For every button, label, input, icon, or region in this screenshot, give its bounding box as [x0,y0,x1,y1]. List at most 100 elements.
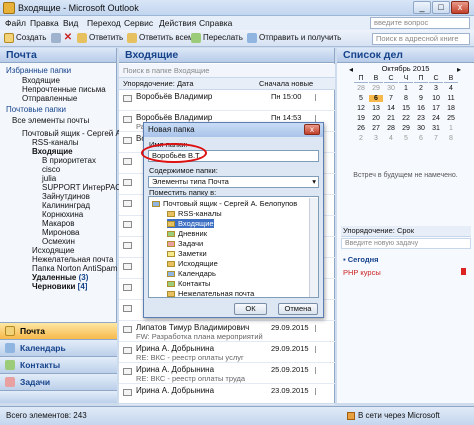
flag-icon[interactable] [315,115,321,122]
dlg-tree-contacts[interactable]: Контакты [167,279,210,288]
task-sort-header[interactable]: Упорядочение: Срок [341,226,471,237]
message-row[interactable]: Ирина А. Добрынина RE: ВКС - реестр оплат… [119,343,335,363]
dialog-close-button[interactable]: x [304,124,320,135]
date-navigator[interactable]: П В С Ч П С В 28 29 30 1 2 3 4 5 6 7 8 9 10 11 12 13 14 15 16 17 18… [354,75,458,145]
new-task-input[interactable]: Введите новую задачу [341,238,471,249]
menu-actions[interactable]: Действия [159,18,196,28]
calendar-day[interactable]: 3 [369,135,383,142]
inbox-search-input[interactable]: Поиск в папке Входящие [119,64,335,78]
calendar-day[interactable]: 6 [369,95,383,102]
favorite-unread[interactable]: Непрочтенные письма [22,85,106,94]
minimize-button[interactable]: _ [413,1,431,14]
calendar-day[interactable]: 28 [354,85,368,92]
calendar-day[interactable]: 21 [384,115,398,122]
dlg-tree-journal[interactable]: Дневник [167,229,207,238]
flag-icon[interactable] [315,367,321,374]
menu-help[interactable]: Справка [199,18,232,28]
tree-kornyukhina[interactable]: Корнюхина [42,210,83,219]
calendar-day[interactable]: 30 [414,125,428,132]
calendar-day[interactable]: 27 [369,125,383,132]
address-book-search[interactable]: Поиск в адресной книге [372,33,470,45]
tree-zaynutdinov[interactable]: Зайнутдинов [42,192,90,201]
calendar-day[interactable]: 1 [399,85,413,92]
tree-priority[interactable]: В приоритетах [42,156,96,165]
calendar-day[interactable]: 28 [384,125,398,132]
tree-deleted[interactable]: Удаленные (3) [32,273,88,282]
calendar-day[interactable]: 31 [429,125,443,132]
tree-norton[interactable]: Папка Norton AntiSpam [32,264,117,273]
tree-mailbox[interactable]: Почтовый ящик - Сергей А [22,129,121,138]
calendar-day[interactable]: 8 [399,95,413,102]
calendar-day[interactable]: 23 [414,115,428,122]
menu-tools[interactable]: Сервис [124,18,153,28]
favorite-inbox[interactable]: Входящие [22,76,60,85]
tree-junk[interactable]: Нежелательная почта [32,255,113,264]
calendar-day[interactable]: 17 [429,105,443,112]
help-search-input[interactable]: введите вопрос [370,17,470,29]
calendar-day[interactable]: 25 [444,115,458,122]
nav-contacts-button[interactable]: Контакты [0,356,117,373]
menu-go[interactable]: Переход [87,18,121,28]
tree-drafts[interactable]: Черновики [4] [32,282,87,291]
task-item[interactable]: PHP курсы [343,268,381,277]
calendar-day[interactable]: 16 [414,105,428,112]
dlg-tree-mailbox[interactable]: Почтовый ящик - Сергей А. Белопупов [152,199,297,208]
nav-mail-button[interactable]: Почта [0,322,117,339]
new-button[interactable]: Создать [16,33,46,42]
folder-content-select[interactable]: Элементы типа Почта ▾ [148,176,319,188]
calendar-day[interactable]: 4 [384,135,398,142]
calendar-day[interactable]: 20 [369,115,383,122]
message-row[interactable]: Ирина А. Добрынина 23.09.2015 [119,385,335,405]
sort-order-label[interactable]: Сначала новые [259,78,313,89]
calendar-day[interactable]: 5 [354,95,368,102]
tree-kaliningrad[interactable]: Калининград [42,201,90,210]
calendar-day[interactable]: 2 [414,85,428,92]
calendar-day[interactable]: 7 [384,95,398,102]
calendar-day[interactable]: 29 [399,125,413,132]
calendar-day[interactable]: 8 [444,135,458,142]
calendar-day[interactable]: 11 [444,95,458,102]
reply-button[interactable]: Ответить [89,33,123,42]
next-month-icon[interactable]: ▸ [457,65,461,74]
flag-icon[interactable] [315,388,321,395]
calendar-day[interactable]: 12 [354,105,368,112]
nav-tasks-button[interactable]: Задачи [0,373,117,390]
message-row[interactable]: Ирина А. Добрынина RE: ВКС - реестр оплат… [119,364,335,384]
dlg-tree-notes[interactable]: Заметки [167,249,207,258]
print-icon[interactable] [51,33,61,43]
folder-location-tree[interactable]: Почтовый ящик - Сергей А. Белопупов RSS-… [148,196,319,298]
tree-mironova[interactable]: Миронова [42,228,80,237]
favorite-sent[interactable]: Отправленные [22,94,77,103]
tree-julia[interactable]: julia [42,174,56,183]
forward-button[interactable]: Переслать [203,33,243,42]
calendar-day[interactable]: 13 [369,105,383,112]
menu-edit[interactable]: Правка [30,18,59,28]
calendar-day[interactable]: 26 [354,125,368,132]
flag-icon[interactable] [315,94,321,101]
all-mail-items[interactable]: Все элементы почты [12,116,89,125]
calendar-day[interactable]: 7 [429,135,443,142]
calendar-day[interactable]: 14 [384,105,398,112]
tree-osmekhin[interactable]: Осмехин [42,237,75,246]
calendar-day[interactable]: 15 [399,105,413,112]
dlg-tree-outbox[interactable]: Исходящие [167,259,218,268]
calendar-day[interactable]: 24 [429,115,443,122]
tree-makarov[interactable]: Макаров [42,219,74,228]
calendar-day[interactable]: 4 [444,85,458,92]
message-row[interactable]: Воробьёв Владимир Пн 15:00 [119,91,335,111]
calendar-day[interactable]: 10 [429,95,443,102]
calendar-day[interactable]: 19 [354,115,368,122]
calendar-day[interactable]: 22 [399,115,413,122]
tree-outbox[interactable]: Исходящие [32,246,74,255]
calendar-day[interactable]: 1 [444,125,458,132]
tree-inbox[interactable]: Входящие [32,147,73,156]
menu-view[interactable]: Вид [63,18,78,28]
sort-by-label[interactable]: Упорядочение: Дата [123,78,194,89]
task-flag-icon[interactable] [461,268,466,275]
close-button[interactable]: x [451,1,469,14]
dlg-tree-tasks[interactable]: Задачи [167,239,203,248]
flag-icon[interactable] [315,346,321,353]
calendar-day[interactable]: 3 [429,85,443,92]
calendar-day[interactable]: 6 [414,135,428,142]
message-row[interactable]: Липатов Тимур Владимирович FW: Разработка… [119,322,335,342]
